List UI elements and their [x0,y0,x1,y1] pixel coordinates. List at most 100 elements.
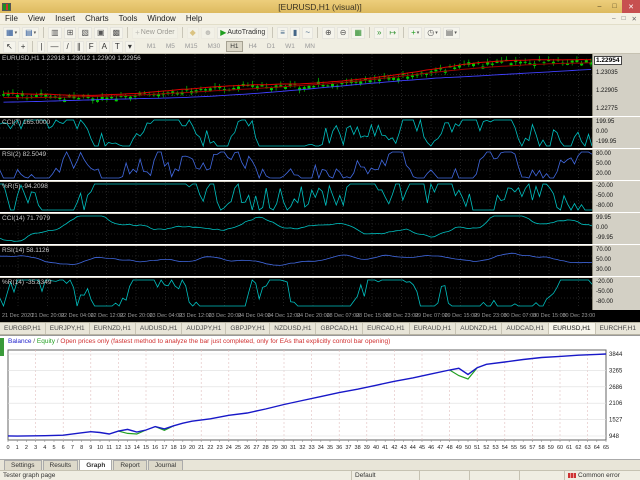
chart-line-button[interactable]: ~ [302,26,313,39]
timeframe-m15[interactable]: M15 [181,41,202,52]
time-scale[interactable]: 21 Dec 2020 21 Dec 20:00 22 Dec 04:00 22 De… [0,310,595,322]
timeline-label: 30 Dec 23:00 [562,313,596,319]
periods-icon: ◷ [427,27,435,37]
chart-area[interactable]: EURUSD,H1 1.22918 1.23012 1.22909 1.2295… [0,54,640,322]
chart-candles-button[interactable]: ▮ [289,26,301,39]
symbol-tab-eurusd[interactable]: EURUSD,H1 [548,323,596,334]
pane-splitter[interactable] [0,116,640,118]
indicator-scale-label: 20.00 [596,171,612,177]
pane-splitter[interactable] [0,180,640,182]
price-scale-column[interactable]: 1.22954 1.23035 1.22905 1.22775 199.95 0.00 -… [592,54,640,310]
indicator-pane-5[interactable]: RSI(14) 58.1126 [0,246,592,276]
symbol-tab-eurcad[interactable]: EURCAD,H1 [363,323,410,334]
cursor-button[interactable]: ↖ [3,40,16,53]
current-price-box: 1.22954 [594,56,622,65]
new-order-button[interactable]: + New Order [132,26,178,39]
text-button[interactable]: A [98,40,110,53]
navigator-button[interactable]: ▧ [78,26,92,39]
vertical-line-button[interactable]: | [37,40,46,53]
indicator-pane-4[interactable]: CCI(14) 71.7979 [0,214,592,244]
trendline-button[interactable]: / [63,40,72,53]
mdi-restore-button[interactable]: □ [619,15,629,23]
tester-tab-graph[interactable]: Graph [79,459,113,470]
data-window-button[interactable]: ⊞ [63,26,77,39]
expert-advisors-button[interactable]: ◆ [186,26,199,39]
tester-tab-results[interactable]: Results [42,460,79,470]
symbol-tab-audjpy[interactable]: AUDJPY,H1 [182,323,227,334]
connection-status: Common error [578,472,620,479]
menu-insert[interactable]: Insert [50,14,80,23]
menu-window[interactable]: Window [142,14,180,23]
zoom-out-button[interactable]: ⊖ [336,26,350,39]
chart-bars-button[interactable]: ≡ [277,26,288,39]
templates-button[interactable]: ▤ ▾ [442,26,460,39]
indicators-button[interactable]: + ▾ [408,26,423,39]
menu-tools[interactable]: Tools [114,14,143,23]
mdi-close-button[interactable]: ✕ [629,15,640,23]
auto-scroll-button[interactable]: » [373,26,385,39]
expert-properties-button[interactable]: ☻ [200,26,216,39]
symbol-tab-audnzd[interactable]: AUDNZD,H1 [456,323,503,334]
symbol-tab-gbpcad[interactable]: GBPCAD,H1 [316,323,364,334]
candle-body [406,76,410,79]
tester-tab-settings[interactable]: Settings [4,460,42,470]
symbol-tab-eurnzd[interactable]: EURNZD,H1 [90,323,136,334]
timeframe-mn[interactable]: MN [301,41,319,52]
symbol-tab-eurgbp[interactable]: EURGBP,H1 [0,323,46,334]
pane-splitter[interactable] [0,244,640,246]
terminal-button[interactable]: ▣ [93,26,108,39]
graph-x-label: 16 [152,445,158,451]
status-profile[interactable]: Default [352,471,420,480]
menu-help[interactable]: Help [181,14,207,23]
price-pane[interactable]: EURUSD,H1 1.22918 1.23012 1.22909 1.2295… [0,54,592,116]
symbol-tab-audcad[interactable]: AUDCAD,H1 [502,323,549,334]
legend-equity: Equity [36,338,55,345]
indicator-label: CCI(7) 165.0000 [2,119,51,126]
symbol-tab-nzdusd[interactable]: NZDUSD,H1 [270,323,317,334]
zoom-in-button[interactable]: ⊕ [321,26,335,39]
pane-splitter[interactable] [0,212,640,214]
fibonacci-button[interactable]: F [85,40,97,53]
strategy-tester-button[interactable]: ▩ [109,26,124,39]
indicator-pane-1[interactable]: CCI(7) 165.0000 [0,118,592,148]
symbol-tab-eurjpy[interactable]: EURJPY,H1 [46,323,90,334]
chart-shift-button[interactable]: ↦ [386,26,400,39]
menu-charts[interactable]: Charts [80,14,114,23]
timeframe-m5[interactable]: M5 [162,41,179,52]
new-chart-button[interactable]: ▦ ▾ [3,26,21,39]
timeframe-h4[interactable]: H4 [245,41,261,52]
menu-view[interactable]: View [23,14,50,23]
periods-button[interactable]: ◷ ▾ [424,26,441,39]
timeframe-d1[interactable]: D1 [263,41,279,52]
symbol-tab-gbpjpy[interactable]: GBPJPY,H1 [226,323,271,334]
tester-tab-journal[interactable]: Journal [147,460,184,470]
tester-tab-report[interactable]: Report [113,460,147,470]
dropdown-arrow-icon: ▾ [454,29,457,36]
timeframe-h1[interactable]: H1 [226,41,243,52]
timeframe-m30[interactable]: M30 [204,41,225,52]
pane-splitter[interactable] [0,276,640,278]
horizontal-line-button[interactable]: — [47,40,62,53]
symbol-tab-eurchf[interactable]: EURCHF,H1 [596,323,640,334]
autotrading-button[interactable]: ▶ AutoTrading [217,26,269,39]
equidistant-channel-button[interactable]: ∥ [73,40,84,53]
timeframe-w1[interactable]: W1 [281,41,299,52]
indicator-pane-2[interactable]: RSI(2) 82.5049 [0,150,592,180]
symbol-tab-audusd[interactable]: AUDUSD,H1 [136,323,183,334]
indicator-pane-6[interactable]: %R(14) -35.8349 [0,278,592,308]
timeframe-m1[interactable]: M1 [143,41,160,52]
indicator-pane-3[interactable]: %R(5) -94.2098 [0,182,592,212]
pane-splitter[interactable] [0,148,640,150]
graph-y-label: 3265 [609,368,623,374]
mdi-minimize-button[interactable]: – [609,15,619,23]
menu-file[interactable]: File [0,14,23,23]
tile-windows-button[interactable]: ▦ [351,26,365,39]
crosshair-button[interactable]: + [17,40,29,53]
arrows-button[interactable]: ▾ [124,40,135,53]
symbol-tab-euraud[interactable]: EURAUD,H1 [410,323,457,334]
text-label-button[interactable]: T [111,40,123,53]
market-watch-button[interactable]: ▥ [48,26,62,39]
graph-x-label: 59 [548,445,554,451]
profiles-button[interactable]: ▤ ▾ [22,26,40,39]
tester-graph-panel[interactable]: Balance / Equity / Open prices only (fas… [0,335,640,459]
